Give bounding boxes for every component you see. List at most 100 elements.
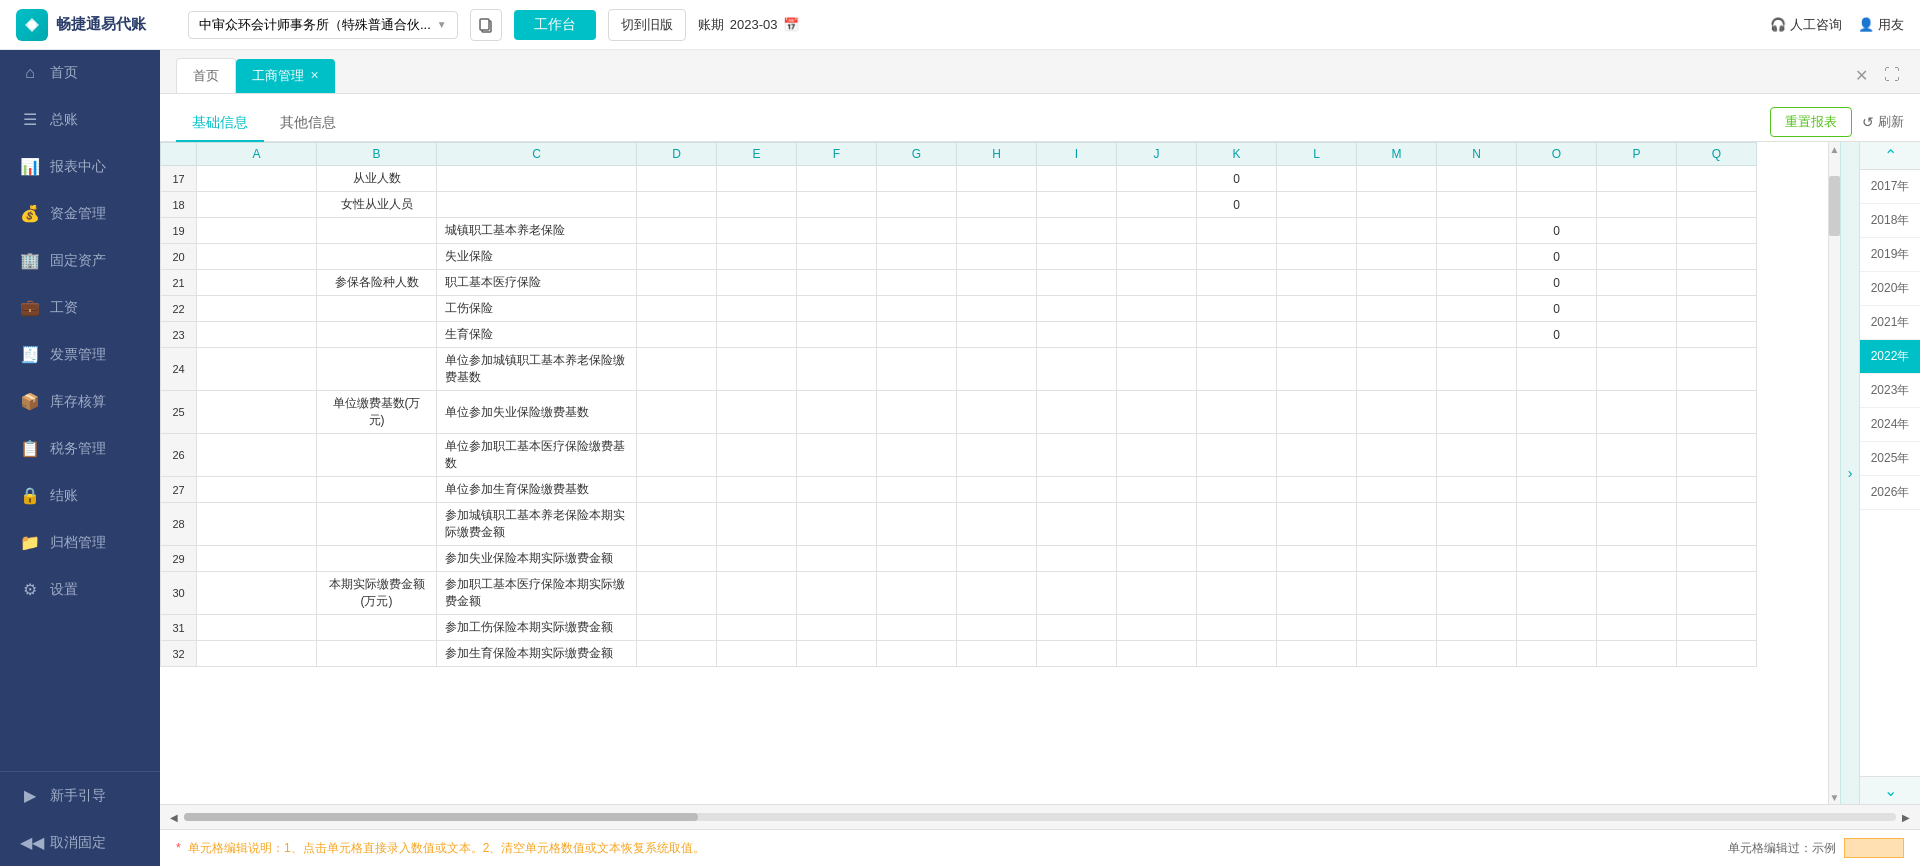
cell-17-d[interactable]	[637, 166, 717, 192]
cell-17-b[interactable]: 从业人数	[317, 166, 437, 192]
cell-22-m[interactable]	[1357, 296, 1437, 322]
cell-20-j[interactable]	[1117, 244, 1197, 270]
cell-21-p[interactable]	[1597, 270, 1677, 296]
cell-22-l[interactable]	[1277, 296, 1357, 322]
cell-29-e[interactable]	[717, 546, 797, 572]
cell-22-c[interactable]: 工伤保险	[437, 296, 637, 322]
cell-29-n[interactable]	[1437, 546, 1517, 572]
cell-17-k[interactable]: 0	[1197, 166, 1277, 192]
cell-32-d[interactable]	[637, 641, 717, 667]
cell-25-q[interactable]	[1677, 391, 1757, 434]
cell-26-b[interactable]	[317, 434, 437, 477]
cell-24-o[interactable]	[1517, 348, 1597, 391]
cell-32-q[interactable]	[1677, 641, 1757, 667]
cell-27-h[interactable]	[957, 477, 1037, 503]
cell-28-h[interactable]	[957, 503, 1037, 546]
cell-28-d[interactable]	[637, 503, 717, 546]
cell-29-g[interactable]	[877, 546, 957, 572]
cell-28-b[interactable]	[317, 503, 437, 546]
collapse-panel-button[interactable]: ›	[1840, 142, 1860, 804]
cell-31-d[interactable]	[637, 615, 717, 641]
cell-21-m[interactable]	[1357, 270, 1437, 296]
cell-28-q[interactable]	[1677, 503, 1757, 546]
cell-26-j[interactable]	[1117, 434, 1197, 477]
cell-18-l[interactable]	[1277, 192, 1357, 218]
cell-28-j[interactable]	[1117, 503, 1197, 546]
cell-31-c[interactable]: 参加工伤保险本期实际缴费金额	[437, 615, 637, 641]
cell-30-o[interactable]	[1517, 572, 1597, 615]
cell-32-e[interactable]	[717, 641, 797, 667]
cell-24-p[interactable]	[1597, 348, 1677, 391]
cell-20-c[interactable]: 失业保险	[437, 244, 637, 270]
sidebar-item-invoice[interactable]: 🧾 发票管理	[0, 331, 160, 378]
cell-28-f[interactable]	[797, 503, 877, 546]
cell-17-g[interactable]	[877, 166, 957, 192]
cell-18-j[interactable]	[1117, 192, 1197, 218]
year-item-2019[interactable]: 2019年	[1860, 238, 1920, 272]
sidebar-item-report[interactable]: 📊 报表中心	[0, 143, 160, 190]
sidebar-item-guide[interactable]: ▶ 新手引导	[0, 772, 160, 819]
cell-17-n[interactable]	[1437, 166, 1517, 192]
cell-27-i[interactable]	[1037, 477, 1117, 503]
cell-29-h[interactable]	[957, 546, 1037, 572]
cell-27-e[interactable]	[717, 477, 797, 503]
cell-23-a[interactable]	[197, 322, 317, 348]
cell-24-n[interactable]	[1437, 348, 1517, 391]
cell-21-h[interactable]	[957, 270, 1037, 296]
cell-29-l[interactable]	[1277, 546, 1357, 572]
user-avatar[interactable]: 👤 用友	[1858, 16, 1904, 34]
sidebar-item-unpin[interactable]: ◀◀ 取消固定	[0, 819, 160, 866]
cell-24-h[interactable]	[957, 348, 1037, 391]
cell-19-l[interactable]	[1277, 218, 1357, 244]
tab-home[interactable]: 首页	[176, 58, 236, 93]
sidebar-item-settings[interactable]: ⚙ 设置	[0, 566, 160, 613]
reset-button[interactable]: 重置报表	[1770, 107, 1852, 137]
cell-18-d[interactable]	[637, 192, 717, 218]
scroll-thumb[interactable]	[1829, 176, 1840, 236]
cell-18-n[interactable]	[1437, 192, 1517, 218]
cell-32-j[interactable]	[1117, 641, 1197, 667]
cell-30-q[interactable]	[1677, 572, 1757, 615]
cell-24-b[interactable]	[317, 348, 437, 391]
year-item-2024[interactable]: 2024年	[1860, 408, 1920, 442]
cell-19-e[interactable]	[717, 218, 797, 244]
cell-18-k[interactable]: 0	[1197, 192, 1277, 218]
cell-31-i[interactable]	[1037, 615, 1117, 641]
cell-31-h[interactable]	[957, 615, 1037, 641]
cell-23-m[interactable]	[1357, 322, 1437, 348]
cell-22-h[interactable]	[957, 296, 1037, 322]
cell-27-a[interactable]	[197, 477, 317, 503]
cell-27-k[interactable]	[1197, 477, 1277, 503]
cell-21-n[interactable]	[1437, 270, 1517, 296]
cell-25-h[interactable]	[957, 391, 1037, 434]
cell-32-m[interactable]	[1357, 641, 1437, 667]
scroll-right-btn[interactable]: ▶	[1896, 807, 1916, 827]
cell-17-o[interactable]	[1517, 166, 1597, 192]
cell-26-e[interactable]	[717, 434, 797, 477]
cell-28-c[interactable]: 参加城镇职工基本养老保险本期实际缴费金额	[437, 503, 637, 546]
year-item-2023[interactable]: 2023年	[1860, 374, 1920, 408]
cell-31-l[interactable]	[1277, 615, 1357, 641]
cell-29-a[interactable]	[197, 546, 317, 572]
cell-21-o[interactable]: 0	[1517, 270, 1597, 296]
cell-21-b[interactable]: 参保各险种人数	[317, 270, 437, 296]
cell-22-i[interactable]	[1037, 296, 1117, 322]
cell-27-m[interactable]	[1357, 477, 1437, 503]
cell-25-f[interactable]	[797, 391, 877, 434]
cell-31-e[interactable]	[717, 615, 797, 641]
cell-24-d[interactable]	[637, 348, 717, 391]
cell-28-n[interactable]	[1437, 503, 1517, 546]
cell-29-f[interactable]	[797, 546, 877, 572]
cell-25-a[interactable]	[197, 391, 317, 434]
cell-19-h[interactable]	[957, 218, 1037, 244]
scroll-track[interactable]	[184, 813, 1896, 821]
cell-19-c[interactable]: 城镇职工基本养老保险	[437, 218, 637, 244]
cell-19-p[interactable]	[1597, 218, 1677, 244]
cell-30-l[interactable]	[1277, 572, 1357, 615]
sidebar-item-fund[interactable]: 💰 资金管理	[0, 190, 160, 237]
cell-29-q[interactable]	[1677, 546, 1757, 572]
cell-31-j[interactable]	[1117, 615, 1197, 641]
cell-26-m[interactable]	[1357, 434, 1437, 477]
cell-19-a[interactable]	[197, 218, 317, 244]
cell-31-b[interactable]	[317, 615, 437, 641]
